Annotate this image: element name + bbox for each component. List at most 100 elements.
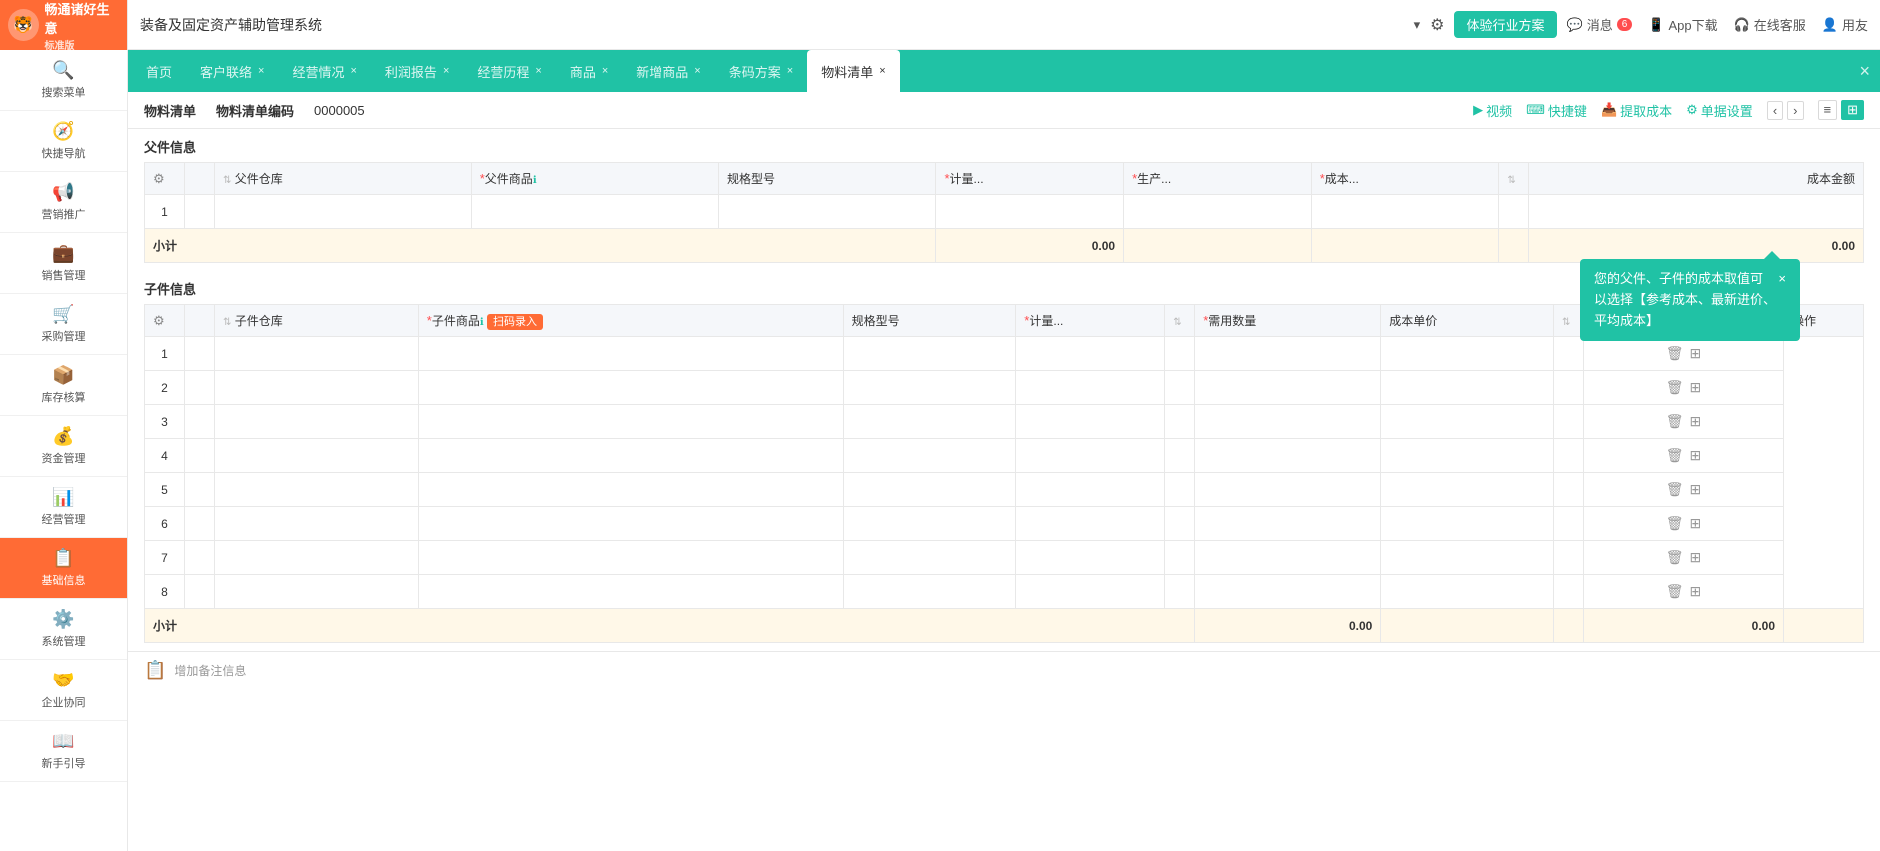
sidebar-item-finance[interactable]: 💰 资金管理 <box>0 416 127 477</box>
sidebar-item-purchase[interactable]: 🛒 采购管理 <box>0 294 127 355</box>
child-row-2-qty[interactable] <box>1165 371 1195 405</box>
child-row-5-spec[interactable] <box>418 473 843 507</box>
message-button[interactable]: 💬 消息 6 <box>1567 15 1633 34</box>
sidebar-item-nav[interactable]: 🧭 快捷导航 <box>0 111 127 172</box>
tab-bom-close[interactable]: × <box>879 65 885 77</box>
child-row-1-unit-cost[interactable] <box>1195 337 1381 371</box>
child-row-6-delete-icon[interactable]: 🗑 <box>1666 515 1684 532</box>
child-row-7-delete-icon[interactable]: 🗑 <box>1666 549 1684 566</box>
sidebar-item-inventory[interactable]: 📦 库存核算 <box>0 355 127 416</box>
child-row-7-unit-cost[interactable] <box>1195 541 1381 575</box>
tab-profit-close[interactable]: × <box>443 65 449 77</box>
child-row-3-product[interactable] <box>215 405 419 439</box>
child-row-1-spec[interactable] <box>418 337 843 371</box>
child-row-2-warehouse[interactable] <box>185 371 215 405</box>
child-row-5-copy-icon[interactable]: ⊞ <box>1690 481 1702 498</box>
child-row-5-product[interactable] <box>215 473 419 507</box>
list-view-button[interactable]: ≡ <box>1818 100 1838 120</box>
child-row-5-delete-icon[interactable]: 🗑 <box>1666 481 1684 498</box>
child-row-1-product[interactable] <box>215 337 419 371</box>
child-row-1-warehouse[interactable] <box>185 337 215 371</box>
parent-col-gear[interactable]: ⚙ <box>145 163 185 195</box>
add-note-icon[interactable]: 📋 <box>144 660 166 681</box>
child-row-6-product[interactable] <box>215 507 419 541</box>
tab-barcode[interactable]: 条码方案 × <box>715 50 807 92</box>
prev-record-button[interactable]: ‹ <box>1767 101 1783 120</box>
parent-row-1-warehouse[interactable] <box>185 195 215 229</box>
tab-product[interactable]: 商品 × <box>556 50 622 92</box>
child-row-4-unit[interactable] <box>843 439 1016 473</box>
scan-badge[interactable]: 扫码录入 <box>487 314 543 330</box>
child-row-1-unit[interactable] <box>843 337 1016 371</box>
child-row-5-unit-cost[interactable] <box>1195 473 1381 507</box>
user-menu-button[interactable]: 👤 用友 <box>1822 15 1868 34</box>
online-service-button[interactable]: 🎧 在线客服 <box>1734 15 1806 34</box>
child-row-4-spec[interactable] <box>418 439 843 473</box>
child-row-2-copy-icon[interactable]: ⊞ <box>1690 379 1702 396</box>
tab-new-product[interactable]: 新增商品 × <box>622 50 714 92</box>
tab-barcode-close[interactable]: × <box>787 65 793 77</box>
app-download-button[interactable]: 📱 App下载 <box>1648 15 1717 34</box>
child-row-3-delete-icon[interactable]: 🗑 <box>1666 413 1684 430</box>
parent-row-1-product[interactable] <box>215 195 472 229</box>
child-row-3-unit-cost[interactable] <box>1195 405 1381 439</box>
tab-profit[interactable]: 利润报告 × <box>371 50 463 92</box>
dropdown-arrow[interactable]: ▾ <box>1414 17 1421 33</box>
child-row-8-warehouse[interactable] <box>185 575 215 609</box>
child-row-1-qty[interactable] <box>1165 337 1195 371</box>
child-row-6-warehouse[interactable] <box>185 507 215 541</box>
tab-product-close[interactable]: × <box>602 65 608 77</box>
extract-cost-action[interactable]: 📥 提取成本 <box>1601 101 1672 120</box>
tab-customer-close[interactable]: × <box>258 65 264 77</box>
child-row-1-delete-icon[interactable]: 🗑 <box>1666 345 1684 362</box>
shortcut-action[interactable]: ⌨ 快捷键 <box>1526 101 1587 120</box>
tab-operation[interactable]: 经营情况 × <box>278 50 370 92</box>
sidebar-item-management[interactable]: 📊 经营管理 <box>0 477 127 538</box>
child-row-8-delete-icon[interactable]: 🗑 <box>1666 583 1684 600</box>
child-row-3-qty[interactable] <box>1165 405 1195 439</box>
parent-row-1-spec[interactable] <box>471 195 718 229</box>
child-row-7-spec[interactable] <box>418 541 843 575</box>
child-row-4-unit-cost[interactable] <box>1195 439 1381 473</box>
tab-bom[interactable]: 物料清单 × <box>807 50 899 92</box>
tab-customer[interactable]: 客户联络 × <box>186 50 278 92</box>
child-row-5-unit[interactable] <box>843 473 1016 507</box>
child-row-5-qty[interactable] <box>1165 473 1195 507</box>
child-row-3-spec[interactable] <box>418 405 843 439</box>
child-row-8-copy-icon[interactable]: ⊞ <box>1690 583 1702 600</box>
parent-row-1-cost[interactable] <box>1124 195 1312 229</box>
sidebar-item-marketing[interactable]: 📢 营销推广 <box>0 172 127 233</box>
child-row-4-product[interactable] <box>215 439 419 473</box>
settings-gear-icon[interactable]: ⚙ <box>1430 15 1444 35</box>
child-row-2-spec[interactable] <box>418 371 843 405</box>
sidebar-item-sales[interactable]: 💼 销售管理 <box>0 233 127 294</box>
child-row-7-warehouse[interactable] <box>185 541 215 575</box>
child-row-4-delete-icon[interactable]: 🗑 <box>1666 447 1684 464</box>
tab-home[interactable]: 首页 <box>132 50 186 92</box>
child-row-2-delete-icon[interactable]: 🗑 <box>1666 379 1684 396</box>
child-row-8-unit-cost[interactable] <box>1195 575 1381 609</box>
child-row-7-qty[interactable] <box>1165 541 1195 575</box>
tab-operation-close[interactable]: × <box>350 65 356 77</box>
tab-history-close[interactable]: × <box>535 65 541 77</box>
child-row-2-unit[interactable] <box>843 371 1016 405</box>
child-row-3-copy-icon[interactable]: ⊞ <box>1690 413 1702 430</box>
sidebar-item-basic-info[interactable]: 📋 基础信息 <box>0 538 127 599</box>
child-row-6-unit-cost[interactable] <box>1195 507 1381 541</box>
experience-button[interactable]: 体验行业方案 <box>1454 11 1556 38</box>
tooltip-close-button[interactable]: × <box>1778 269 1786 290</box>
child-row-2-product[interactable] <box>215 371 419 405</box>
grid-view-button[interactable]: ⊞ <box>1841 100 1864 120</box>
child-row-5-warehouse[interactable] <box>185 473 215 507</box>
child-row-6-unit[interactable] <box>843 507 1016 541</box>
doc-settings-action[interactable]: ⚙ 单据设置 <box>1686 101 1753 120</box>
close-all-tabs-button[interactable]: × <box>1849 61 1880 82</box>
child-row-3-unit[interactable] <box>843 405 1016 439</box>
child-row-3-warehouse[interactable] <box>185 405 215 439</box>
child-row-2-unit-cost[interactable] <box>1195 371 1381 405</box>
sidebar-item-collab[interactable]: 🤝 企业协同 <box>0 660 127 721</box>
tab-new-product-close[interactable]: × <box>694 65 700 77</box>
child-row-4-copy-icon[interactable]: ⊞ <box>1690 447 1702 464</box>
child-row-4-qty[interactable] <box>1165 439 1195 473</box>
tab-history[interactable]: 经营历程 × <box>463 50 555 92</box>
